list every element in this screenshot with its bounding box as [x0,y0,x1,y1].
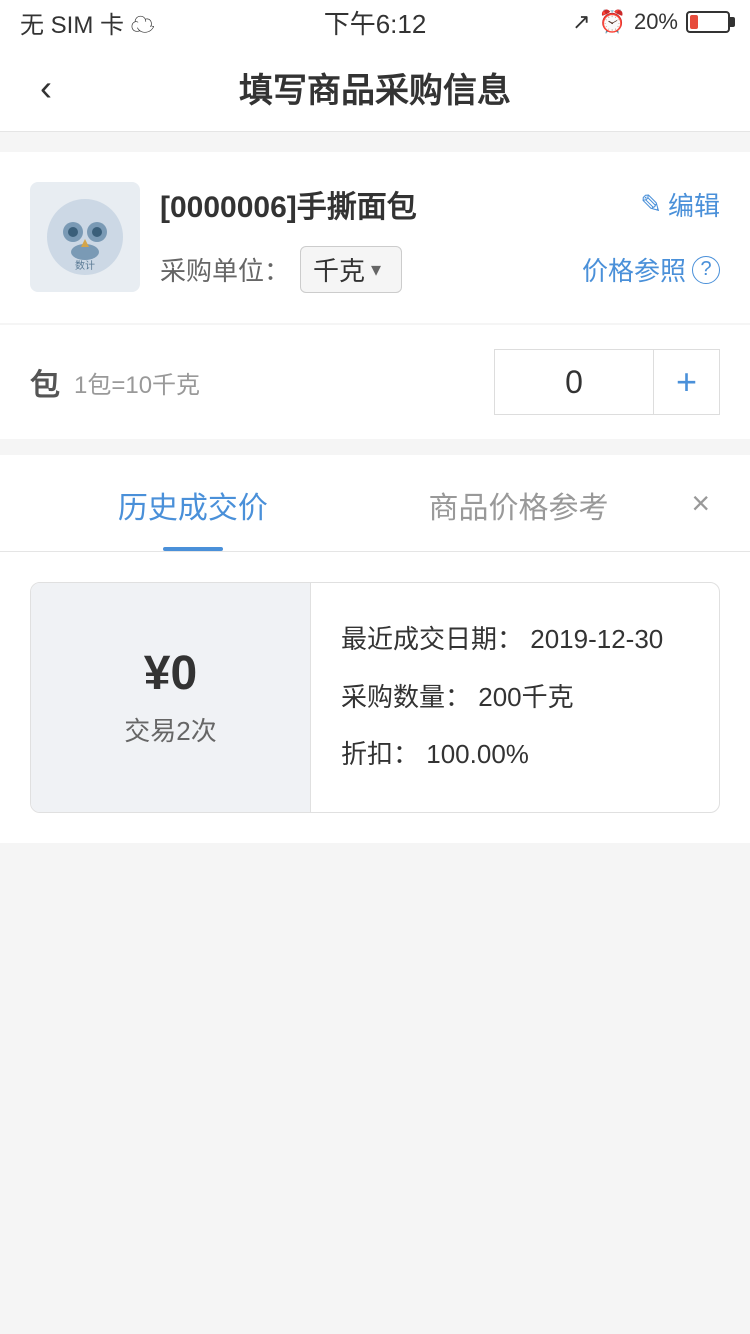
unit-select-dropdown[interactable]: 千克 ▾ [300,246,402,293]
trade-detail-column: 最近成交日期： 2019-12-30 采购数量： 200千克 折扣： 100.0… [311,583,719,812]
recent-date-value: 2019-12-30 [530,624,663,654]
trade-count-label: 交易2次 [124,711,216,748]
purchase-quantity-row: 采购数量： 200千克 [341,677,689,719]
tabs-section: 历史成交价 商品价格参考 × ¥0 交易2次 最近成交日期： 2019-12-3… [0,455,750,843]
product-info: [0000006]手撕面包 ✎ 编辑 采购单位： 千克 ▾ 价格参照 ? [160,182,720,293]
purchase-quantity-value: 200千克 [478,682,573,712]
status-right: ↗ ⏰ 20% [572,9,730,35]
tab-history-price[interactable]: 历史成交价 [30,455,356,551]
unit-equivalence: 1包=10千克 [74,365,200,400]
discount-row: 折扣： 100.00% [341,734,689,776]
unit-value: 千克 [313,251,365,288]
help-icon: ? [692,256,720,284]
status-bar: 无 SIM 卡 ☁ 下午6:12 ↗ ⏰ 20% [0,0,750,44]
purchase-quantity-label: 采购数量： [341,682,471,712]
svg-text:数计: 数计 [75,259,95,272]
edit-label: 编辑 [668,186,720,223]
status-time: 下午6:12 [324,4,427,41]
trade-price-value: ¥0 [144,646,197,701]
alarm-icon: ⏰ [599,9,626,35]
page-title: 填写商品采购信息 [239,63,511,112]
unit-icon-label: 包 [30,360,60,404]
dropdown-arrow-icon: ▾ [371,257,381,282]
edit-icon: ✎ [640,189,662,220]
nav-bar: ‹ 填写商品采购信息 [0,44,750,132]
quantity-input[interactable] [494,349,654,415]
price-ref-label: 价格参照 [582,251,686,288]
tab-content-history: ¥0 交易2次 最近成交日期： 2019-12-30 采购数量： 200千克 折… [0,552,750,843]
product-thumbnail: 数计 [30,182,140,292]
product-name: [0000006]手撕面包 [160,182,417,226]
discount-label: 折扣： [341,739,419,769]
close-panel-button[interactable]: × [681,475,720,532]
product-header: [0000006]手撕面包 ✎ 编辑 [160,182,720,226]
location-icon: ↗ [572,9,590,35]
quantity-plus-button[interactable]: + [654,349,720,415]
trade-history-card: ¥0 交易2次 最近成交日期： 2019-12-30 采购数量： 200千克 折… [30,582,720,813]
product-unit-row: 采购单位： 千克 ▾ 价格参照 ? [160,246,720,293]
product-section: 数计 [0000006]手撕面包 ✎ 编辑 采购单位： 千克 ▾ 价格参照 ? [0,152,750,323]
edit-button[interactable]: ✎ 编辑 [640,186,720,223]
discount-value: 100.00% [426,739,529,769]
price-reference-button[interactable]: 价格参照 ? [582,251,720,288]
recent-date-row: 最近成交日期： 2019-12-30 [341,619,689,661]
tabs-header: 历史成交价 商品价格参考 × [0,455,750,552]
unit-label: 采购单位： [160,251,290,288]
battery-icon [686,11,730,33]
quantity-section: 包 1包=10千克 + [0,325,750,439]
status-left: 无 SIM 卡 ☁ [20,5,155,40]
back-button[interactable]: ‹ [30,57,62,119]
trade-price-column: ¥0 交易2次 [31,583,311,812]
quantity-unit-label: 包 1包=10千克 [30,360,200,404]
recent-date-label: 最近成交日期： [341,624,523,654]
sim-label: 无 SIM 卡 ☁ [20,5,155,40]
battery-percent: 20% [634,9,678,35]
product-image: 数计 [45,197,125,277]
quantity-controls: + [494,349,720,415]
tab-price-reference[interactable]: 商品价格参考 [356,455,682,551]
